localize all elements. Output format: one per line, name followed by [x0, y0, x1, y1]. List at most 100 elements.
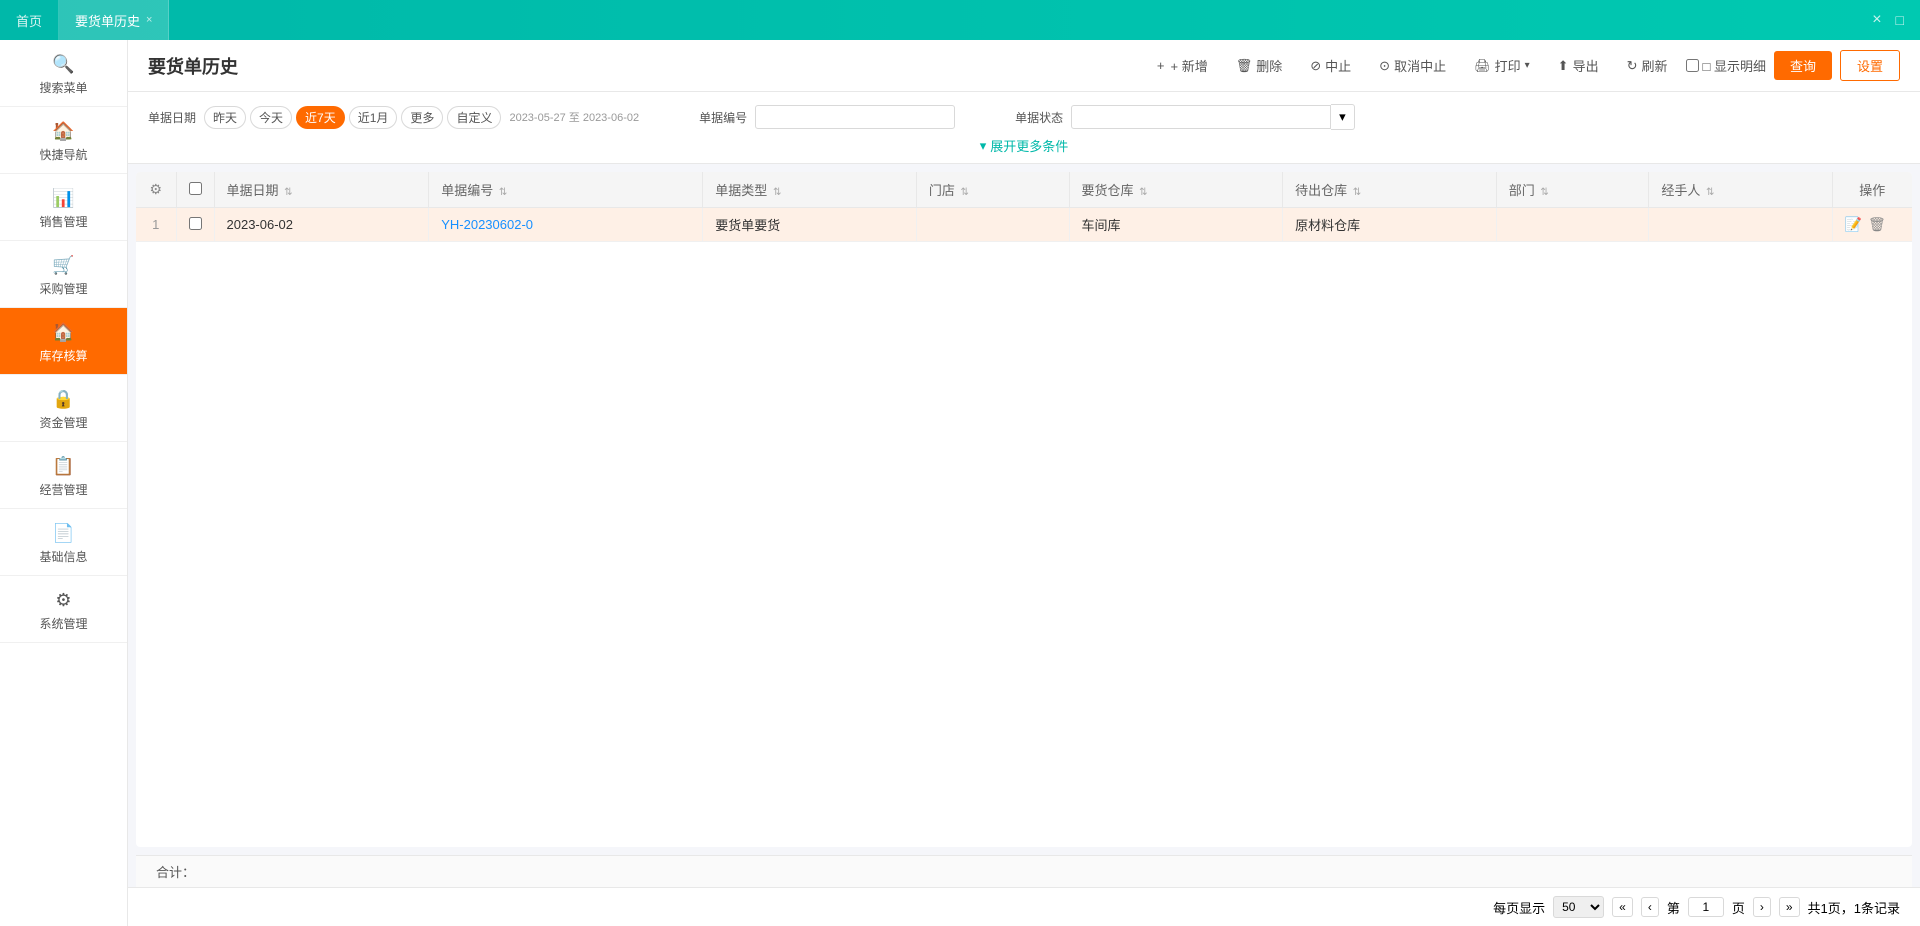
sidebar: 🔍 搜索菜单 🏠 快捷导航 📊 销售管理 🛒 采购管理 🏠 库存核算 🔒 资金管…	[0, 40, 128, 926]
tab-home[interactable]: 首页	[0, 0, 59, 40]
col-pending-warehouse[interactable]: 待出仓库 ⇅	[1283, 172, 1497, 208]
col-doc-no[interactable]: 单据编号 ⇅	[429, 172, 703, 208]
total-info: 共1页，1条记录	[1808, 898, 1900, 917]
doc-no-filter-group: 单据编号	[699, 105, 955, 129]
table-header-row: ⚙ 单据日期 ⇅ 单据编号 ⇅	[136, 172, 1912, 208]
delete-button[interactable]: 🗑 🗑 删除 删除	[1226, 52, 1293, 79]
close-tab-icon[interactable]: ×	[146, 14, 152, 26]
sidebar-item-purchase[interactable]: 🛒 采购管理	[0, 241, 127, 308]
page-end-label: 页	[1732, 898, 1745, 917]
cell-req-warehouse: 车间库	[1069, 208, 1283, 242]
stop-icon: ⊘	[1310, 58, 1321, 74]
table-row: 1 2023-06-02 YH-20230602-0 要货单要货 车间库 原材料…	[136, 208, 1912, 242]
basic-info-icon: 📄	[52, 523, 74, 544]
top-bar: 首页 要货单历史 × × □	[0, 0, 1920, 40]
sidebar-item-quick-nav[interactable]: 🏠 快捷导航	[0, 107, 127, 174]
col-checkbox	[176, 172, 214, 208]
table-settings-icon[interactable]: ⚙	[149, 181, 162, 197]
date-btn-today[interactable]: 今天	[250, 106, 292, 129]
print-button[interactable]: 🖨 打印 ▾	[1464, 52, 1540, 79]
stop-button[interactable]: ⊘ 中止	[1300, 52, 1361, 79]
sidebar-item-basic-info[interactable]: 📄 基础信息	[0, 509, 127, 576]
quick-nav-icon: 🏠	[52, 121, 74, 142]
sales-icon: 📊	[52, 188, 74, 209]
query-button[interactable]: 查询	[1774, 51, 1832, 80]
filter-area: 单据日期 昨天 今天 近7天 近1月 更多 自定义 2023-05-27 至 2…	[128, 92, 1920, 164]
sort-icon-req-warehouse: ⇅	[1139, 187, 1147, 198]
cancel-stop-icon: ⊙	[1379, 58, 1390, 74]
expand-more-btn[interactable]: ▾ 展开更多条件	[148, 136, 1900, 155]
col-actions: 操作	[1832, 172, 1912, 208]
col-store[interactable]: 门店 ⇅	[916, 172, 1069, 208]
table-body: 1 2023-06-02 YH-20230602-0 要货单要货 车间库 原材料…	[136, 208, 1912, 242]
prev-page-btn[interactable]: ‹	[1641, 897, 1659, 917]
doc-status-dropdown-btn[interactable]: ▾	[1331, 104, 1355, 130]
doc-status-input[interactable]	[1071, 105, 1331, 129]
next-page-btn[interactable]: ›	[1753, 897, 1771, 917]
table-footer: 合计：	[136, 855, 1912, 887]
col-handler-label: 经手人	[1661, 183, 1700, 198]
window-close-icon[interactable]: ×	[1872, 11, 1881, 29]
sidebar-item-system[interactable]: ⚙ 系统管理	[0, 576, 127, 643]
chevron-down-icon: ▾	[1339, 109, 1346, 124]
content-area: 要货单历史 + + 新增 🗑 🗑 删除 删除 ⊘ 中止 ⊙ 取消中止	[128, 40, 1920, 926]
col-settings[interactable]: ⚙	[136, 172, 176, 208]
doc-no-link[interactable]: YH-20230602-0	[441, 217, 533, 232]
page-label: 第	[1667, 898, 1680, 917]
row-edit-icon[interactable]: 📝	[1845, 216, 1862, 233]
select-all-checkbox[interactable]	[189, 182, 202, 195]
sidebar-item-search-menu[interactable]: 🔍 搜索菜单	[0, 40, 127, 107]
tab-home-label: 首页	[16, 11, 42, 30]
sidebar-item-basic-info-label: 基础信息	[39, 548, 87, 565]
first-page-btn[interactable]: «	[1612, 897, 1633, 917]
sidebar-item-operations-label: 经营管理	[39, 481, 87, 498]
display-detail-checkbox[interactable]	[1686, 59, 1699, 72]
summary-label: 合计：	[156, 862, 195, 881]
per-page-label: 每页显示	[1493, 898, 1545, 917]
cancel-stop-button[interactable]: ⊙ 取消中止	[1369, 52, 1456, 79]
col-doc-type[interactable]: 单据类型 ⇅	[703, 172, 917, 208]
col-department[interactable]: 部门 ⇅	[1496, 172, 1649, 208]
date-btn-last7days[interactable]: 近7天	[296, 106, 345, 129]
per-page-select[interactable]: 10 20 50 100	[1553, 896, 1604, 918]
col-doc-date[interactable]: 单据日期 ⇅	[214, 172, 429, 208]
refresh-button[interactable]: ↻ 刷新	[1617, 52, 1678, 79]
doc-no-input[interactable]	[755, 105, 955, 129]
purchase-icon: 🛒	[52, 255, 74, 276]
last-page-btn[interactable]: »	[1779, 897, 1800, 917]
date-btn-last1month[interactable]: 近1月	[349, 106, 398, 129]
new-button[interactable]: + + 新增	[1147, 52, 1218, 79]
row-delete-icon[interactable]: 🗑	[1868, 216, 1886, 233]
settings-button[interactable]: 设置	[1840, 50, 1900, 81]
sidebar-item-operations[interactable]: 📋 经营管理	[0, 442, 127, 509]
page-input[interactable]	[1688, 897, 1724, 917]
chevron-down-icon: ▾	[980, 138, 987, 154]
row-checkbox[interactable]	[189, 217, 202, 230]
date-btn-more[interactable]: 更多	[401, 106, 443, 129]
cell-pending-warehouse: 原材料仓库	[1283, 208, 1497, 242]
window-maximize-icon[interactable]: □	[1896, 12, 1904, 28]
sidebar-item-system-label: 系统管理	[39, 615, 87, 632]
display-detail-checkbox-label: □ 显示明细	[1686, 56, 1766, 75]
date-buttons: 昨天 今天 近7天 近1月 更多 自定义	[204, 106, 501, 129]
sidebar-item-inventory[interactable]: 🏠 库存核算	[0, 308, 127, 375]
sidebar-item-finance[interactable]: 🔒 资金管理	[0, 375, 127, 442]
delete-icon: 🗑	[1236, 58, 1253, 74]
col-handler[interactable]: 经手人 ⇅	[1649, 172, 1832, 208]
date-btn-yesterday[interactable]: 昨天	[204, 106, 246, 129]
cell-checkbox	[176, 208, 214, 242]
date-range-display: 2023-05-27 至 2023-06-02	[509, 109, 639, 125]
pagination: 每页显示 10 20 50 100 « ‹ 第 页 › » 共1页，1条记录	[128, 887, 1920, 926]
date-btn-custom[interactable]: 自定义	[447, 106, 501, 129]
tab-requisition-history-label: 要货单历史	[75, 11, 140, 30]
filter-row-1: 单据日期 昨天 今天 近7天 近1月 更多 自定义 2023-05-27 至 2…	[148, 104, 1900, 130]
cell-doc-type: 要货单要货	[703, 208, 917, 242]
col-doc-date-label: 单据日期	[227, 183, 279, 198]
col-req-warehouse[interactable]: 要货仓库 ⇅	[1069, 172, 1283, 208]
page-title: 要货单历史	[148, 53, 238, 79]
sidebar-item-sales[interactable]: 📊 销售管理	[0, 174, 127, 241]
export-button[interactable]: ⬆ 导出	[1548, 52, 1609, 79]
tab-requisition-history[interactable]: 要货单历史 ×	[59, 0, 169, 40]
doc-status-filter-group: 单据状态 ▾	[1015, 104, 1355, 130]
export-icon: ⬆	[1558, 58, 1569, 74]
